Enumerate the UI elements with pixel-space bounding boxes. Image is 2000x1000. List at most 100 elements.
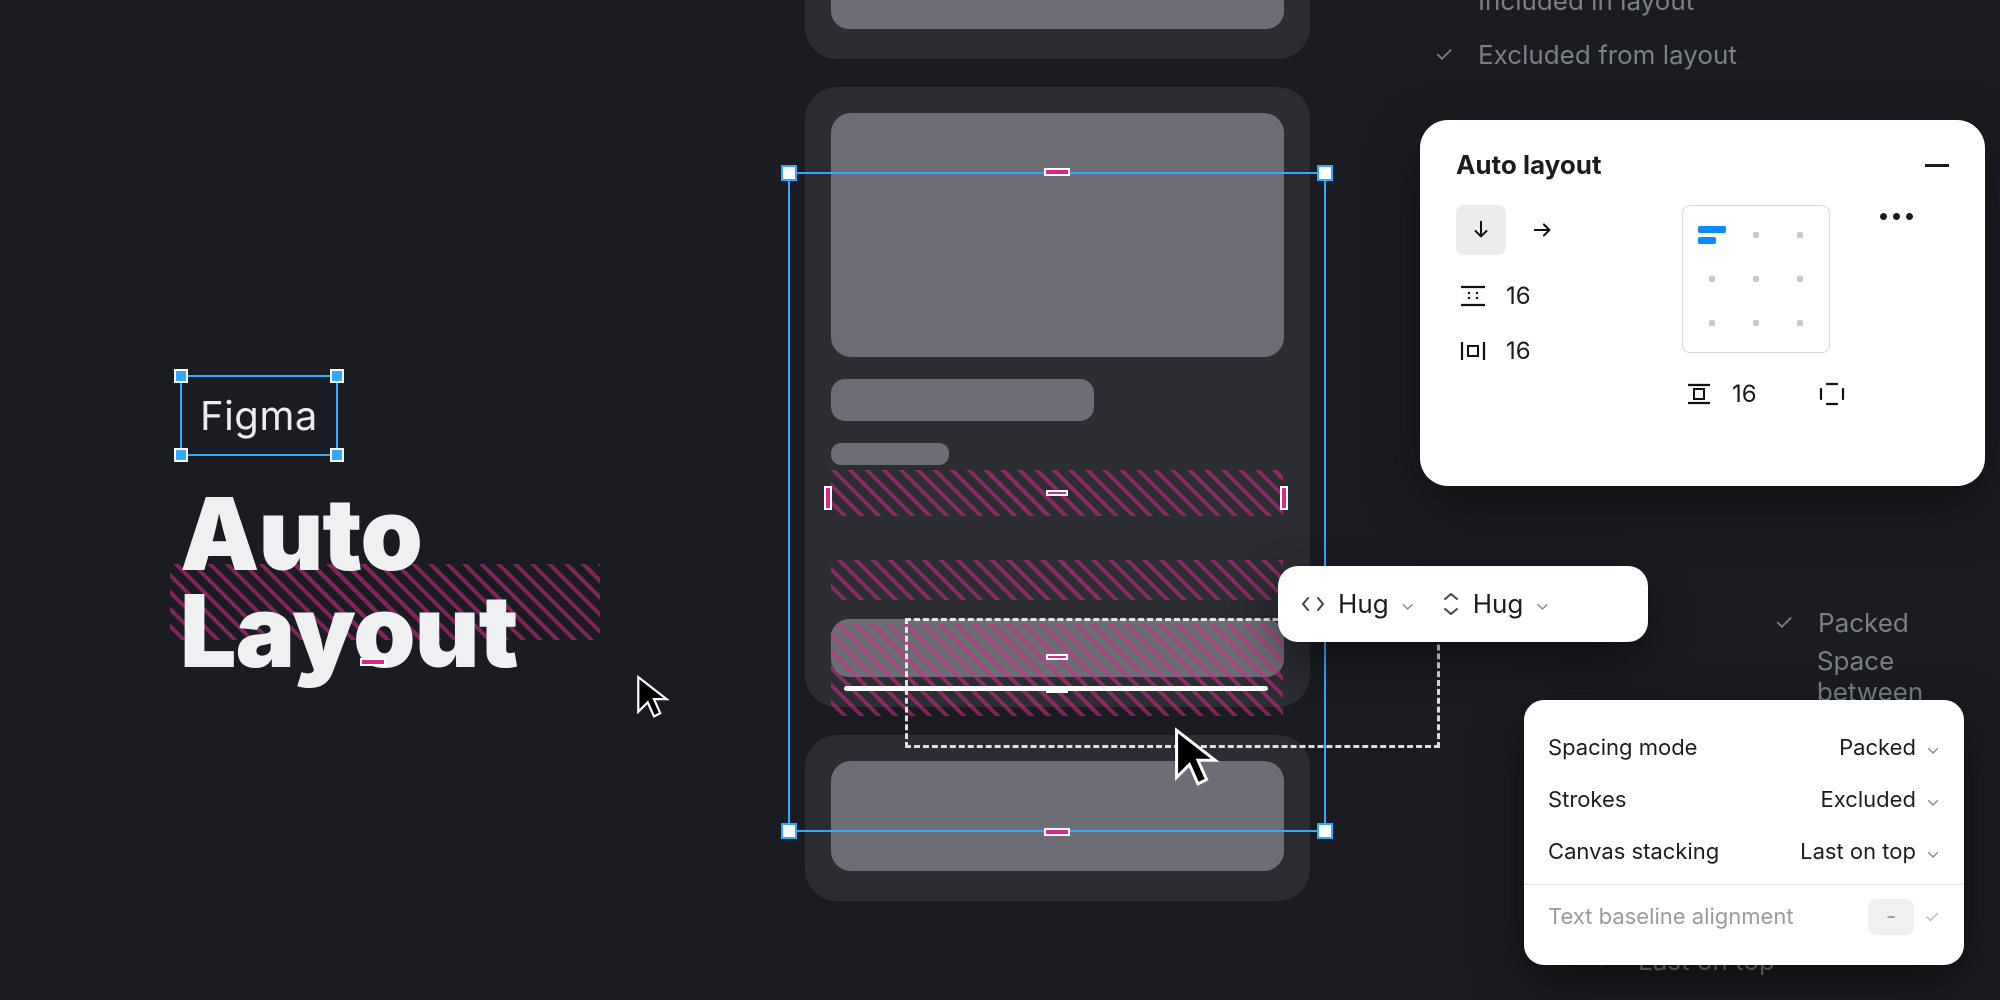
hero: Figma Auto Layout — [180, 375, 518, 680]
width-value: Hug — [1338, 589, 1389, 620]
hero-line1: Auto — [180, 486, 518, 583]
padding-handle-icon[interactable] — [824, 486, 832, 510]
hero-title: Auto Layout — [180, 486, 518, 680]
check-icon: ✓ — [1770, 610, 1798, 636]
direction-vertical-button[interactable] — [1456, 205, 1506, 255]
selection-handle-icon[interactable] — [781, 165, 797, 181]
check-icon: ✓ — [1924, 907, 1940, 928]
row-label: Strokes — [1548, 787, 1626, 813]
selection-handle-icon[interactable] — [1317, 823, 1333, 839]
ghost-spacing-menu: ✓ Packed Space between — [1770, 596, 2000, 704]
resizing-popover: Hug ⌄ Hug ⌄ — [1278, 566, 1648, 642]
selection-handle-icon[interactable] — [330, 448, 344, 462]
chevron-down-icon: ⌄ — [1535, 594, 1549, 615]
figma-selected-text: Figma — [180, 375, 338, 456]
independent-padding-icon — [1817, 380, 1847, 408]
figma-chip-label: Figma — [200, 391, 318, 440]
row-value: Packed — [1839, 735, 1916, 761]
selection-handle-icon[interactable] — [174, 369, 188, 383]
hero-line2: Layout — [180, 583, 518, 680]
alignment-grid[interactable] — [1682, 205, 1830, 353]
padding-vertical-value: 16 — [1732, 379, 1757, 408]
menu-item: Space between — [1770, 650, 2000, 704]
hug-vertical-icon — [1441, 591, 1461, 617]
gap-handle-icon[interactable] — [1046, 654, 1068, 660]
align-dot[interactable] — [1797, 232, 1803, 238]
independent-padding-button[interactable] — [1817, 380, 1847, 408]
cursor-icon — [635, 674, 673, 718]
menu-label: Packed — [1818, 608, 1909, 639]
cursor-icon — [1172, 726, 1224, 786]
direction-horizontal-button[interactable] — [1518, 205, 1568, 255]
width-resizing-dropdown[interactable]: Hug ⌄ — [1300, 589, 1415, 620]
gap-value: 16 — [1506, 281, 1531, 310]
spacing-handle-icon[interactable] — [360, 658, 386, 666]
align-top-left-active[interactable] — [1698, 226, 1726, 244]
arrow-down-icon — [1470, 219, 1492, 241]
ghost-strokes-menu: Included in layout ✓ Excluded from layou… — [1430, 0, 1737, 82]
card-bottom — [805, 735, 1310, 901]
row-label: Spacing mode — [1548, 735, 1698, 761]
gap-icon — [1459, 284, 1487, 308]
gap-hatch[interactable] — [831, 560, 1283, 600]
selection-handle-icon[interactable] — [781, 823, 797, 839]
placeholder-subtitle — [831, 443, 949, 465]
placeholder-hero — [831, 113, 1284, 357]
separator — [1524, 884, 1964, 885]
check-icon: ✓ — [1430, 42, 1458, 68]
row-label: Text baseline alignment — [1548, 904, 1794, 930]
placeholder-title — [831, 379, 1094, 421]
align-dot[interactable] — [1797, 320, 1803, 326]
placeholder-block — [831, 0, 1284, 29]
height-resizing-dropdown[interactable]: Hug ⌄ — [1441, 589, 1550, 620]
padding-handle-icon[interactable] — [1280, 486, 1288, 510]
align-dot[interactable] — [1753, 232, 1759, 238]
row-label: Canvas stacking — [1548, 839, 1719, 865]
baseline-row[interactable]: Text baseline alignment - ✓ — [1548, 891, 1940, 943]
menu-item: ✓ Packed — [1770, 596, 2000, 650]
remove-auto-layout-button[interactable] — [1925, 164, 1949, 167]
direction-toggle — [1456, 205, 1646, 255]
align-dot[interactable] — [1709, 320, 1715, 326]
menu-item: Included in layout — [1430, 0, 1737, 28]
more-options-button[interactable] — [1880, 213, 1913, 220]
menu-label: Excluded from layout — [1478, 40, 1737, 71]
advanced-settings-popover: Spacing mode Packed ⌄ Strokes Excluded ⌄ C… — [1524, 700, 1964, 965]
row-value: Excluded — [1821, 787, 1916, 813]
strokes-row[interactable]: Strokes Excluded ⌄ — [1548, 774, 1940, 826]
gap-hatch[interactable] — [831, 470, 1283, 516]
hug-horizontal-icon — [1300, 594, 1326, 614]
card-top — [805, 0, 1310, 59]
menu-label: Space between — [1817, 646, 2000, 708]
panel-title: Auto layout — [1456, 150, 1602, 181]
canvas-preview[interactable] — [805, 0, 1310, 901]
gap-handle-icon[interactable] — [1046, 490, 1068, 496]
menu-item: ✓ Excluded from layout — [1430, 28, 1737, 82]
padding-horizontal-icon — [1459, 339, 1487, 363]
card-selected[interactable] — [805, 87, 1310, 707]
align-dot[interactable] — [1753, 320, 1759, 326]
gap-hatch[interactable] — [831, 624, 1283, 716]
selection-handle-icon[interactable] — [174, 448, 188, 462]
padding-vertical-field[interactable]: 16 — [1682, 379, 1757, 408]
spacing-mode-row[interactable]: Spacing mode Packed ⌄ — [1548, 722, 1940, 774]
padding-vertical-icon — [1685, 382, 1713, 406]
align-dot[interactable] — [1753, 276, 1759, 282]
height-value: Hug — [1473, 589, 1524, 620]
drop-indicator — [844, 686, 1268, 691]
auto-layout-panel: Auto layout 16 16 — [1420, 120, 1985, 486]
arrow-right-icon — [1532, 219, 1554, 241]
gap-field[interactable]: 16 — [1456, 281, 1646, 310]
selection-handle-icon[interactable] — [330, 369, 344, 383]
chevron-down-icon: ⌄ — [1926, 790, 1940, 811]
padding-horizontal-field[interactable]: 16 — [1456, 336, 1646, 365]
chevron-down-icon: ⌄ — [1926, 842, 1940, 863]
chevron-down-icon: ⌄ — [1926, 738, 1940, 759]
selection-handle-icon[interactable] — [1317, 165, 1333, 181]
align-dot[interactable] — [1709, 276, 1715, 282]
align-dot[interactable] — [1797, 276, 1803, 282]
chevron-down-icon: ⌄ — [1401, 594, 1415, 615]
stacking-row[interactable]: Canvas stacking Last on top⌄ — [1548, 826, 1940, 878]
menu-label: Included in layout — [1478, 0, 1694, 17]
baseline-toggle-off[interactable]: - — [1868, 899, 1914, 935]
